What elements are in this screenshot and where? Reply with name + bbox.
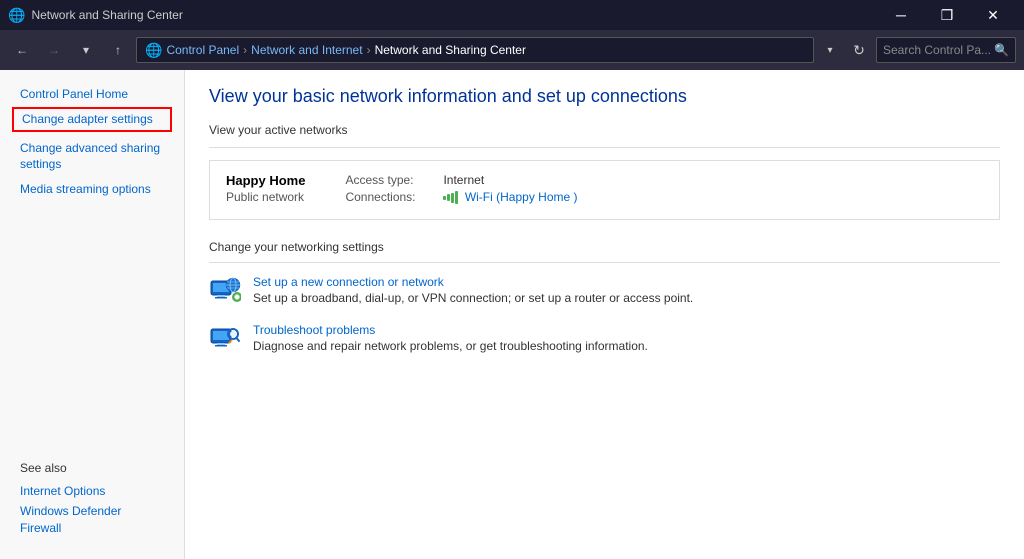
sidebar-item-control-panel-home[interactable]: Control Panel Home <box>0 82 184 107</box>
navigation-bar: ← → ▾ ↑ 🌐 Control Panel › Network and In… <box>0 30 1024 70</box>
main-wrapper: Control Panel Home Change adapter settin… <box>0 70 1024 559</box>
networking-settings-label: Change your networking settings <box>209 240 1000 254</box>
connections-value: Wi-Fi (Happy Home ) <box>443 190 577 204</box>
network-type: Public network <box>226 190 305 204</box>
back-button[interactable]: ← <box>8 36 36 64</box>
forward-button[interactable]: → <box>40 36 68 64</box>
new-connection-icon <box>209 275 241 307</box>
window-controls: ─ ❒ ✕ <box>878 0 1016 30</box>
sidebar-item-change-advanced-sharing[interactable]: Change advanced sharingsettings <box>0 136 184 178</box>
internet-options-link[interactable]: Internet Options <box>20 481 164 502</box>
history-dropdown-button[interactable]: ▾ <box>72 36 100 64</box>
address-dropdown-button[interactable]: ▾ <box>818 37 842 63</box>
search-input[interactable] <box>883 43 990 57</box>
setting-item-new-connection: Set up a new connection or network Set u… <box>209 275 1000 307</box>
troubleshoot-icon <box>209 323 241 355</box>
new-connection-desc: Set up a broadband, dial-up, or VPN conn… <box>253 291 693 305</box>
networking-settings-section: Change your networking settings <box>209 240 1000 355</box>
search-box: 🔍 <box>876 37 1016 63</box>
network-info-left: Happy Home Public network <box>226 173 305 204</box>
minimize-button[interactable]: ─ <box>878 0 924 30</box>
see-also-title: See also <box>20 461 164 475</box>
access-type-label: Access type: <box>345 173 435 187</box>
restore-button[interactable]: ❒ <box>924 0 970 30</box>
title-bar: 🌐 Network and Sharing Center ─ ❒ ✕ <box>0 0 1024 30</box>
sidebar: Control Panel Home Change adapter settin… <box>0 70 185 559</box>
connections-row: Connections: Wi-Fi (Happy Home ) <box>345 190 577 204</box>
page-title: View your basic network information and … <box>209 86 1000 107</box>
wifi-signal-icon <box>443 191 458 204</box>
access-type-value: Internet <box>443 173 484 187</box>
content-area: View your basic network information and … <box>185 70 1024 559</box>
breadcrumb-control-panel[interactable]: Control Panel <box>166 43 239 57</box>
connections-label: Connections: <box>345 190 435 204</box>
windows-defender-link[interactable]: Windows Defender Firewall <box>20 501 164 539</box>
section-divider-2 <box>209 262 1000 263</box>
access-type-row: Access type: Internet <box>345 173 577 187</box>
app-icon: 🌐 <box>8 7 25 24</box>
close-button[interactable]: ✕ <box>970 0 1016 30</box>
troubleshoot-link[interactable]: Troubleshoot problems <box>253 323 648 337</box>
address-bar[interactable]: 🌐 Control Panel › Network and Internet ›… <box>136 37 814 63</box>
breadcrumb-network-internet[interactable]: Network and Internet <box>251 43 362 57</box>
up-button[interactable]: ↑ <box>104 36 132 64</box>
sidebar-item-change-adapter-settings[interactable]: Change adapter settings <box>12 107 172 132</box>
network-details-right: Access type: Internet Connections: Wi-Fi <box>345 173 577 207</box>
network-name: Happy Home <box>226 173 305 188</box>
refresh-button[interactable]: ↻ <box>846 37 872 63</box>
section-divider-1 <box>209 147 1000 148</box>
address-bar-icon: 🌐 <box>145 42 162 59</box>
network-card: Happy Home Public network Access type: I… <box>209 160 1000 220</box>
sidebar-item-media-streaming[interactable]: Media streaming options <box>0 177 184 202</box>
setting-item-troubleshoot: Troubleshoot problems Diagnose and repai… <box>209 323 1000 355</box>
wifi-connection-link[interactable]: Wi-Fi (Happy Home ) <box>465 190 578 204</box>
see-also-section: See also Internet Options Windows Defend… <box>0 449 184 547</box>
active-networks-label: View your active networks <box>209 123 1000 137</box>
troubleshoot-desc: Diagnose and repair network problems, or… <box>253 339 648 353</box>
search-icon: 🔍 <box>994 43 1009 57</box>
window-title: Network and Sharing Center <box>31 8 872 22</box>
breadcrumb-current: Network and Sharing Center <box>375 43 526 57</box>
troubleshoot-text: Troubleshoot problems Diagnose and repai… <box>253 323 648 353</box>
new-connection-link[interactable]: Set up a new connection or network <box>253 275 693 289</box>
new-connection-text: Set up a new connection or network Set u… <box>253 275 693 305</box>
